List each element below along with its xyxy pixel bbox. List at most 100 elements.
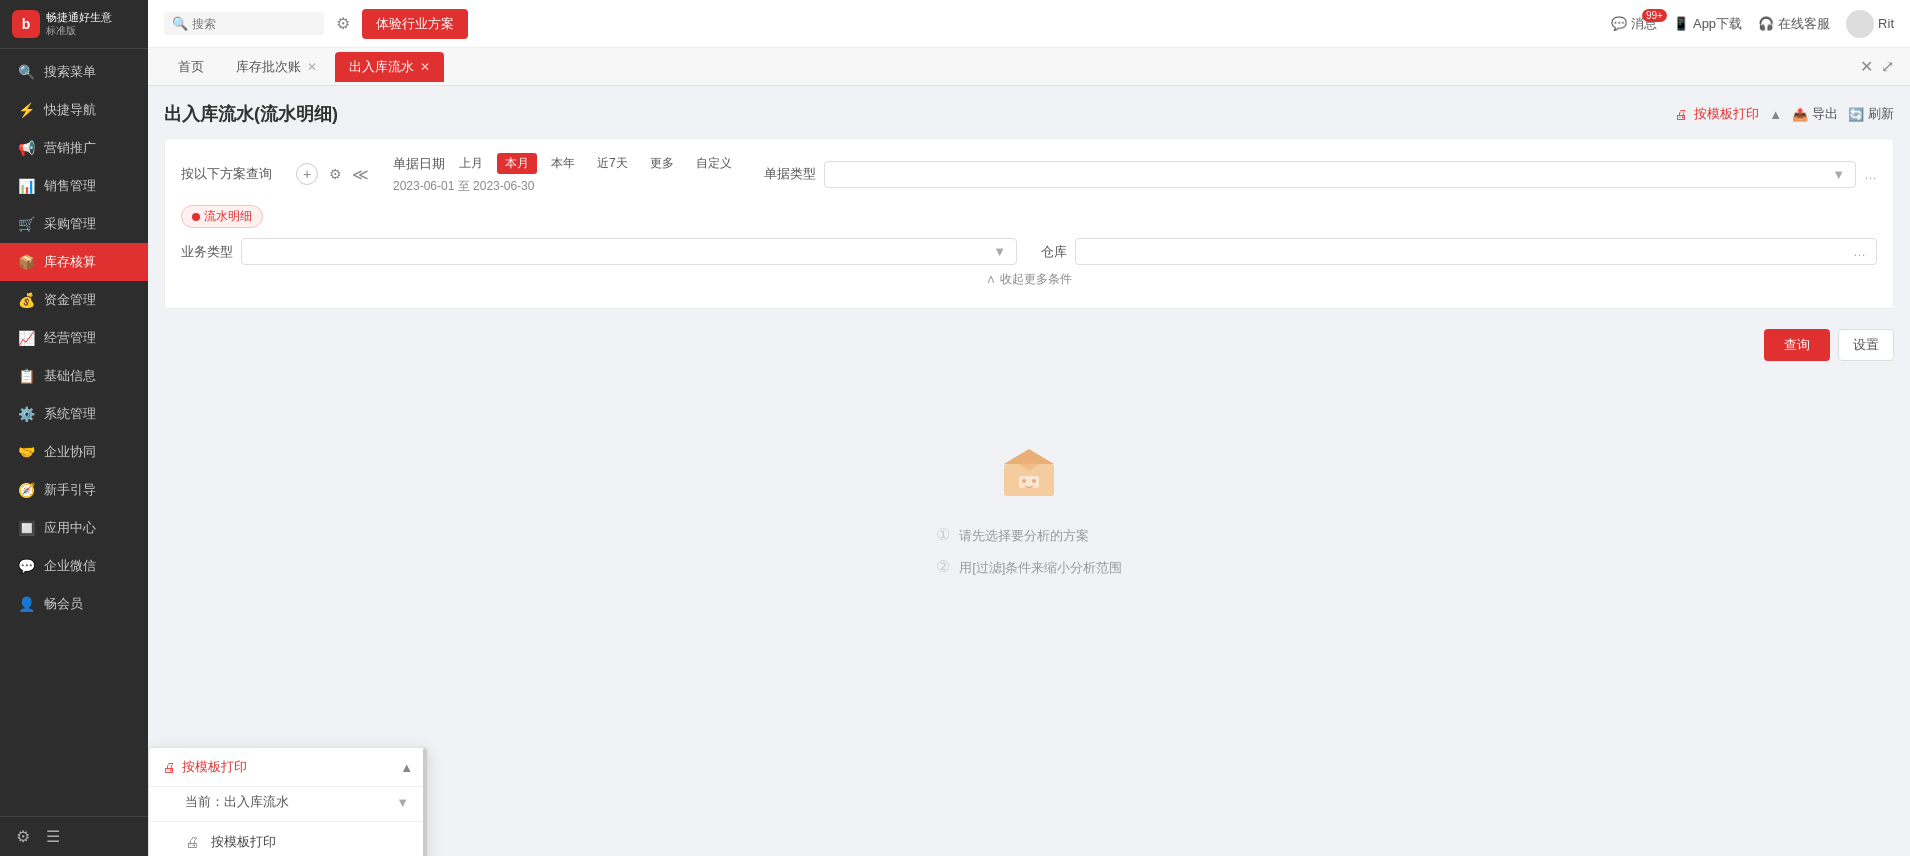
avatar [1846, 10, 1874, 38]
dropdown-item-template-print[interactable]: 🖨 按模板打印 [149, 826, 427, 856]
date-tab-last-month[interactable]: 上月 [451, 153, 491, 174]
dropdown-header[interactable]: 🖨 按模板打印 ▲ [149, 748, 427, 787]
refresh-btn[interactable]: 🔄 刷新 [1848, 105, 1894, 123]
wechat-icon: 💬 [16, 558, 36, 574]
filter-area: 按以下方案查询 + ⚙ ≪ 单据日期 上月 本月 本年 近7天 [164, 138, 1894, 309]
business-type-select[interactable]: ▼ [241, 238, 1017, 265]
expand-tab-btn[interactable]: ⤢ [1881, 57, 1894, 76]
sidebar-item-basics[interactable]: 📋 基础信息 [0, 357, 148, 395]
sidebar-item-operations[interactable]: 📈 经营管理 [0, 319, 148, 357]
date-tab-custom[interactable]: 自定义 [688, 153, 740, 174]
collapse-more-btn[interactable]: ∧ 收起更多条件 [181, 265, 1877, 294]
date-tab-more[interactable]: 更多 [642, 153, 682, 174]
app-download-label: App下载 [1693, 15, 1742, 33]
tab-flow[interactable]: 出入库流水 ✕ [335, 52, 444, 82]
date-filter: 单据日期 上月 本月 本年 近7天 更多 自定义 2023-06-01 至 20… [393, 153, 740, 195]
sidebar-item-inventory[interactable]: 📦 库存核算 [0, 243, 148, 281]
tab-close-batch[interactable]: ✕ [307, 60, 317, 74]
sidebar: b 畅捷通好生意 标准版 🔍 搜索菜单 ⚡ 快捷导航 📢 营销推广 📊 销售管理… [0, 0, 148, 856]
printer-dropdown-icon: 🖨 [163, 760, 176, 775]
sidebar-item-search-menu[interactable]: 🔍 搜索菜单 [0, 53, 148, 91]
filter-tag-row: 流水明细 [181, 205, 1877, 228]
message-badge: 99+ [1642, 9, 1667, 22]
sidebar-item-app-center[interactable]: 🔲 应用中心 [0, 509, 148, 547]
header-search-box[interactable]: 🔍 [164, 12, 324, 35]
trial-btn[interactable]: 体验行业方案 [362, 9, 468, 39]
print-dropdown-panel: 🖨 按模板打印 ▲ 当前：出入库流水 ▼ 🖨 按模板打印 👁 按模板预览 [148, 747, 428, 856]
tab-bar: 首页 库存批次账 ✕ 出入库流水 ✕ ✕ ⤢ [148, 48, 1910, 86]
user-avatar-area[interactable]: Rit [1846, 10, 1894, 38]
sidebar-item-wechat[interactable]: 💬 企业微信 [0, 547, 148, 585]
date-tab-this-month[interactable]: 本月 [497, 153, 537, 174]
sidebar-item-marketing[interactable]: 📢 营销推广 [0, 129, 148, 167]
current-chevron-icon: ▼ [396, 795, 409, 810]
filter-collapse-btn[interactable]: ≪ [352, 165, 369, 184]
date-tab-this-year[interactable]: 本年 [543, 153, 583, 174]
bill-type-select[interactable]: ▼ [824, 161, 1856, 188]
online-service-btn[interactable]: 🎧 在线客服 [1758, 15, 1830, 33]
message-btn[interactable]: 💬 消息 99+ [1611, 15, 1657, 33]
sidebar-item-purchase[interactable]: 🛒 采购管理 [0, 205, 148, 243]
empty-tip-1: ① 请先选择要分析的方案 [936, 525, 1123, 545]
business-dropdown-icon: ▼ [993, 244, 1006, 259]
purchase-icon: 🛒 [16, 216, 36, 232]
sidebar-item-member[interactable]: 👤 畅会员 [0, 585, 148, 623]
sidebar-item-quick-nav[interactable]: ⚡ 快捷导航 [0, 91, 148, 129]
member-icon: 👤 [16, 596, 36, 612]
dropdown-current-item[interactable]: 当前：出入库流水 ▼ [149, 787, 427, 817]
header-gear-icon[interactable]: ⚙ [336, 14, 350, 33]
tab-batch-account[interactable]: 库存批次账 ✕ [222, 52, 331, 82]
date-tab-last-7[interactable]: 近7天 [589, 153, 636, 174]
warehouse-filter: 仓库 … [1041, 238, 1877, 265]
guide-icon: 🧭 [16, 482, 36, 498]
inventory-icon: 📦 [16, 254, 36, 270]
query-btn[interactable]: 查询 [1764, 329, 1830, 361]
settings-bottom-icon[interactable]: ⚙ [16, 827, 30, 846]
sidebar-item-system[interactable]: ⚙️ 系统管理 [0, 395, 148, 433]
main-container: 🔍 ⚙ 体验行业方案 💬 消息 99+ 📱 App下载 🎧 在线客服 Rit [148, 0, 1910, 856]
operations-icon: 📈 [16, 330, 36, 346]
filter-tag: 流水明细 [181, 205, 263, 228]
search-input[interactable] [192, 17, 292, 31]
date-filter-tabs: 上月 本月 本年 近7天 更多 自定义 [451, 153, 740, 174]
step1-icon: ① [936, 526, 950, 543]
warehouse-select[interactable]: … [1075, 238, 1877, 265]
tab-home[interactable]: 首页 [164, 52, 218, 82]
enterprise-icon: 🤝 [16, 444, 36, 460]
message-icon: 💬 [1611, 16, 1627, 31]
print-btn[interactable]: 🖨 按模板打印 [1675, 105, 1759, 123]
refresh-icon: 🔄 [1848, 107, 1864, 122]
bill-type-more-icon[interactable]: … [1864, 167, 1877, 182]
settings-btn[interactable]: 设置 [1838, 329, 1894, 361]
sidebar-item-sales[interactable]: 📊 销售管理 [0, 167, 148, 205]
tab-close-flow[interactable]: ✕ [420, 60, 430, 74]
app-download-btn[interactable]: 📱 App下载 [1673, 15, 1742, 33]
date-label: 单据日期 [393, 155, 445, 173]
export-btn[interactable]: 📤 导出 [1792, 105, 1838, 123]
service-icon: 🎧 [1758, 16, 1774, 31]
search-area: 查询 设置 [164, 321, 1894, 369]
warehouse-label: 仓库 [1041, 243, 1067, 261]
divider-1 [149, 821, 427, 822]
menu-toggle-icon[interactable]: ☰ [46, 827, 60, 846]
filter-add-btn[interactable]: + [296, 163, 318, 185]
svg-point-4 [1022, 479, 1026, 483]
sidebar-item-enterprise[interactable]: 🤝 企业协同 [0, 433, 148, 471]
sidebar-logo: b 畅捷通好生意 标准版 [0, 0, 148, 49]
page-content: 出入库流水(流水明细) 🖨 按模板打印 ▲ 📤 导出 🔄 刷新 [148, 86, 1910, 856]
marketing-icon: 📢 [16, 140, 36, 156]
search-icon: 🔍 [16, 64, 36, 80]
filter-row-2: 业务类型 ▼ 仓库 … [181, 238, 1877, 265]
filter-label: 按以下方案查询 [181, 165, 272, 183]
warehouse-more-icon[interactable]: … [1853, 244, 1866, 259]
sidebar-nav: 🔍 搜索菜单 ⚡ 快捷导航 📢 营销推广 📊 销售管理 🛒 采购管理 📦 库存核… [0, 49, 148, 816]
print-chevron-icon[interactable]: ▲ [1769, 107, 1782, 122]
basics-icon: 📋 [16, 368, 36, 384]
close-all-tabs-btn[interactable]: ✕ [1860, 57, 1873, 76]
phone-icon: 📱 [1673, 16, 1689, 31]
app-center-icon: 🔲 [16, 520, 36, 536]
sidebar-item-finance[interactable]: 💰 资金管理 [0, 281, 148, 319]
filter-gear-btn[interactable]: ⚙ [324, 163, 346, 185]
logo-icon: b [12, 10, 40, 38]
sidebar-item-guide[interactable]: 🧭 新手引导 [0, 471, 148, 509]
